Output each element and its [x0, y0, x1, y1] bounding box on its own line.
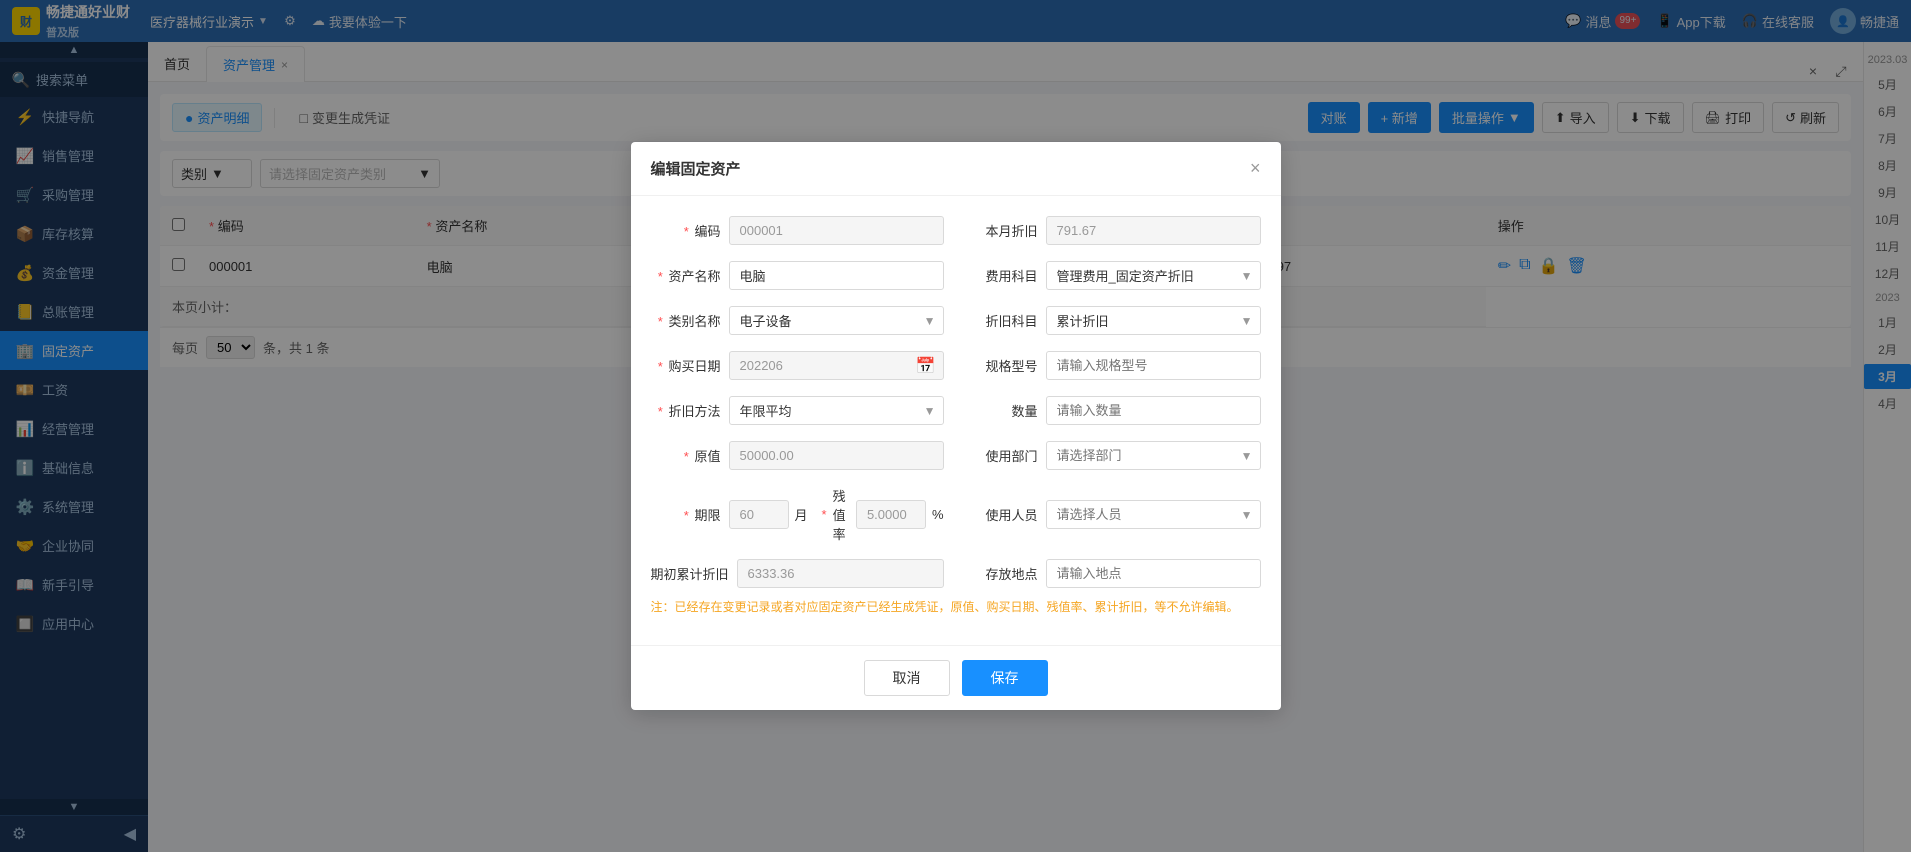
form-item-user: 使用人员 ▼ [968, 486, 1261, 543]
dep-method-input[interactable] [729, 396, 944, 425]
expense-subject-input[interactable] [1046, 261, 1261, 290]
user-select[interactable]: ▼ [1046, 500, 1261, 529]
form-item-name: * 资产名称 [651, 261, 944, 290]
original-value-label: * 原值 [651, 446, 721, 465]
form-item-spec: 规格型号 [968, 351, 1261, 380]
percent-sign: % [932, 507, 944, 522]
quantity-input[interactable] [1046, 396, 1261, 425]
edit-asset-modal: 编辑固定资产 × * 编码 本月折旧 [631, 142, 1281, 710]
code-label: * 编码 [651, 221, 721, 240]
spec-label: 规格型号 [968, 356, 1038, 375]
monthly-dep-input[interactable] [1046, 216, 1261, 245]
form-grid: * 编码 本月折旧 * 资产名称 [651, 216, 1261, 588]
modal-overlay: 编辑固定资产 × * 编码 本月折旧 [0, 0, 1911, 852]
residual-rate-input[interactable] [856, 500, 926, 529]
category-label: * 类别名称 [651, 311, 721, 330]
location-input[interactable] [1046, 559, 1261, 588]
period-input[interactable] [729, 500, 789, 529]
modal-body: * 编码 本月折旧 * 资产名称 [631, 196, 1281, 645]
dep-method-select[interactable]: ▼ [729, 396, 944, 425]
initial-dep-input[interactable] [737, 559, 944, 588]
name-label: * 资产名称 [651, 266, 721, 285]
category-select[interactable]: ▼ [729, 306, 944, 335]
period-row: 月 * 残值率 % [729, 486, 944, 543]
form-item-quantity: 数量 [968, 396, 1261, 425]
modal-close-icon[interactable]: × [1250, 158, 1261, 179]
user-label: 使用人员 [968, 505, 1038, 524]
dep-subject-select[interactable]: ▼ [1046, 306, 1261, 335]
save-label: 保存 [991, 670, 1019, 686]
modal-title: 编辑固定资产 [651, 158, 741, 179]
cancel-button[interactable]: 取消 [864, 660, 950, 696]
department-label: 使用部门 [968, 446, 1038, 465]
form-item-period-residual: * 期限 月 * 残值率 % [651, 486, 944, 543]
purchase-date-wrap: 📅 [729, 351, 944, 380]
modal-header: 编辑固定资产 × [631, 142, 1281, 196]
dep-method-label: * 折旧方法 [651, 401, 721, 420]
initial-dep-label: 期初累计折旧 [651, 564, 729, 583]
form-item-initial-dep: 期初累计折旧 [651, 559, 944, 588]
form-item-expense-subject: 费用科目 ▼ [968, 261, 1261, 290]
modal-footer: 取消 保存 [631, 645, 1281, 710]
category-input[interactable] [729, 306, 944, 335]
cancel-label: 取消 [893, 670, 921, 686]
period-label: * 期限 [651, 505, 721, 524]
form-item-original-value: * 原值 [651, 441, 944, 470]
save-button[interactable]: 保存 [962, 660, 1048, 696]
form-item-category: * 类别名称 ▼ [651, 306, 944, 335]
code-input[interactable] [729, 216, 944, 245]
original-value-input[interactable] [729, 441, 944, 470]
form-item-department: 使用部门 ▼ [968, 441, 1261, 470]
name-input[interactable] [729, 261, 944, 290]
location-label: 存放地点 [968, 564, 1038, 583]
department-input[interactable] [1046, 441, 1261, 470]
dep-subject-label: 折旧科目 [968, 311, 1038, 330]
spec-input[interactable] [1046, 351, 1261, 380]
user-input[interactable] [1046, 500, 1261, 529]
monthly-dep-label: 本月折旧 [968, 221, 1038, 240]
dep-subject-input[interactable] [1046, 306, 1261, 335]
department-select[interactable]: ▼ [1046, 441, 1261, 470]
form-item-purchase-date: * 购买日期 📅 [651, 351, 944, 380]
purchase-date-input[interactable] [729, 351, 944, 380]
residual-rate-label: 残值率 [833, 486, 850, 543]
modal-note: 注：已经存在变更记录或者对应固定资产已经生成凭证，原值、购买日期、残值率、累计折… [651, 588, 1261, 625]
calendar-icon[interactable]: 📅 [916, 356, 936, 376]
form-item-code: * 编码 [651, 216, 944, 245]
form-item-dep-method: * 折旧方法 ▼ [651, 396, 944, 425]
form-item-location: 存放地点 [968, 559, 1261, 588]
modal-note-text: 注：已经存在变更记录或者对应固定资产已经生成凭证，原值、购买日期、残值率、累计折… [651, 600, 1239, 614]
expense-subject-label: 费用科目 [968, 266, 1038, 285]
form-item-dep-subject: 折旧科目 ▼ [968, 306, 1261, 335]
form-item-monthly-dep: 本月折旧 [968, 216, 1261, 245]
expense-subject-select[interactable]: ▼ [1046, 261, 1261, 290]
period-unit: 月 [795, 505, 808, 524]
purchase-date-label: * 购买日期 [651, 356, 721, 375]
quantity-label: 数量 [968, 401, 1038, 420]
